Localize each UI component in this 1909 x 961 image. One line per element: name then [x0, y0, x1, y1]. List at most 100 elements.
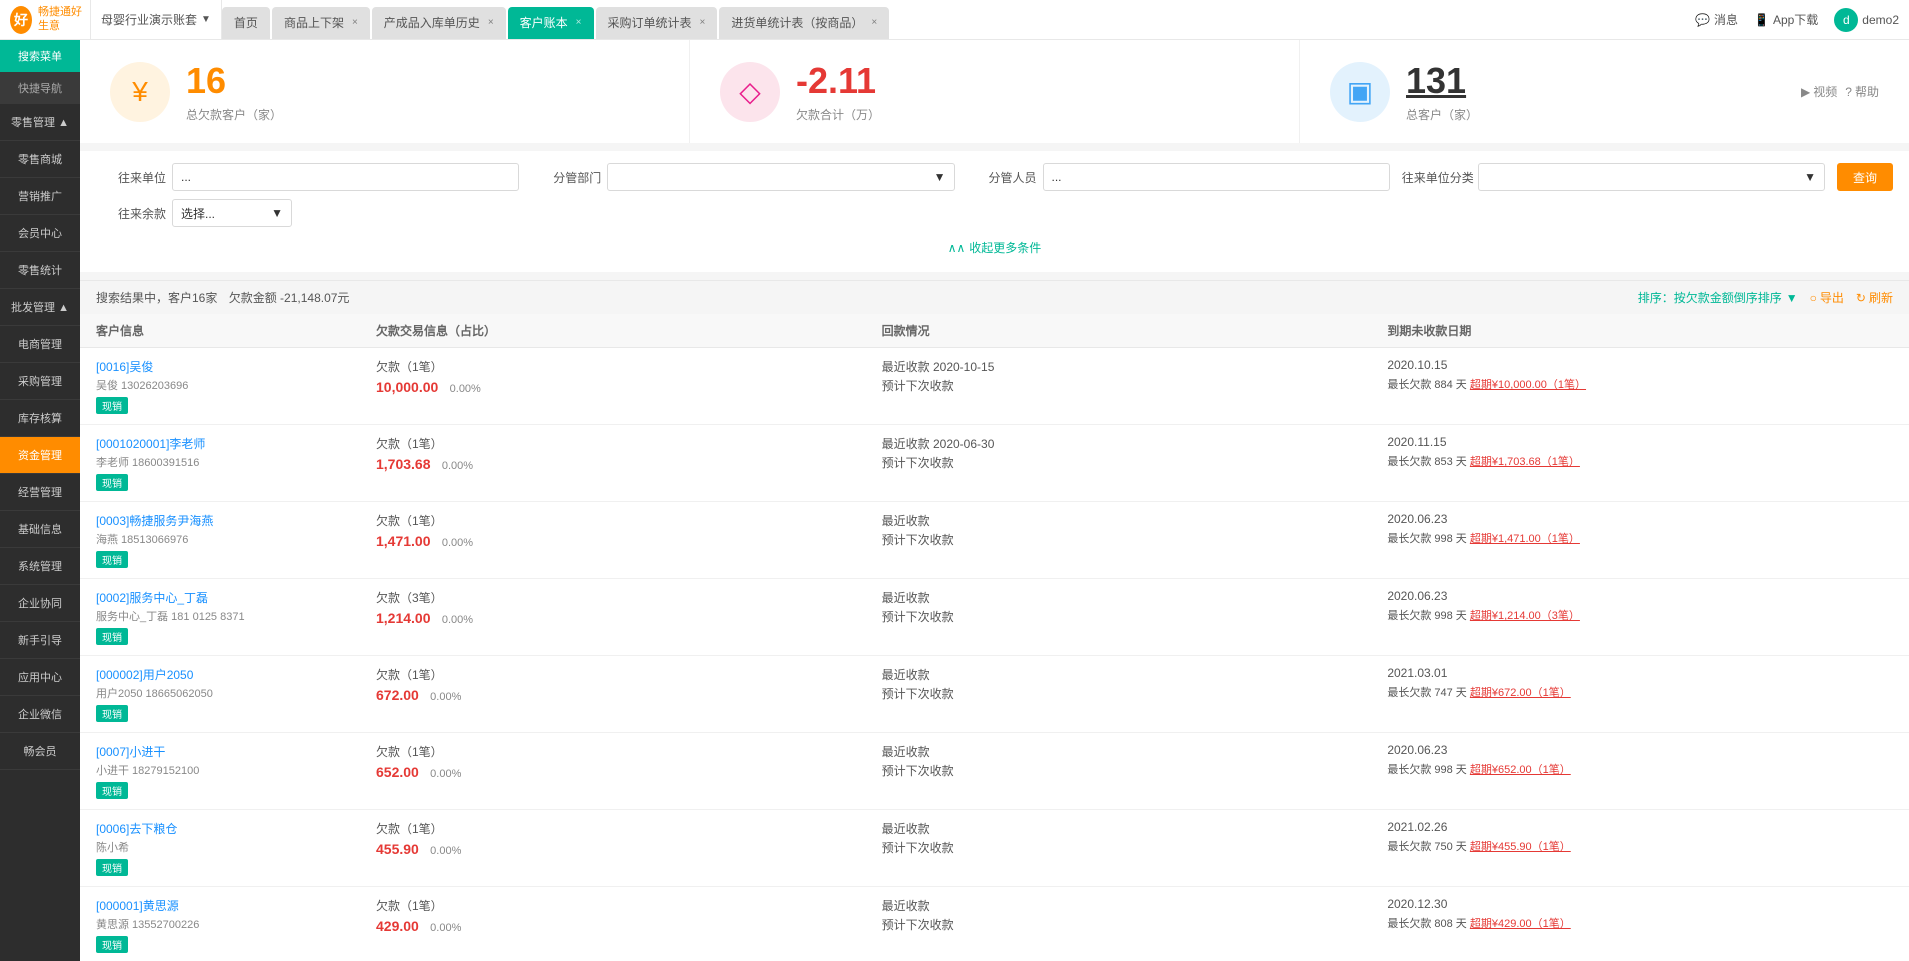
sidebar-item-电商管理[interactable]: 电商管理 — [0, 326, 80, 363]
nav-tab-商品上下架[interactable]: 商品上下架× — [272, 7, 370, 39]
close-tab-icon[interactable]: × — [488, 7, 494, 39]
export-label: 导出 — [1820, 289, 1844, 306]
sidebar-item-企业微信[interactable]: 企业微信 — [0, 696, 80, 733]
sidebar-item-采购管理[interactable]: 采购管理 — [0, 363, 80, 400]
app-download-button[interactable]: 📱 App下载 — [1754, 11, 1818, 28]
sort-label: 排序：按欠款金额倒序排序 — [1638, 289, 1782, 306]
sort-dropdown[interactable]: 排序：按欠款金额倒序排序 ▼ — [1638, 289, 1798, 306]
close-tab-icon[interactable]: × — [700, 7, 706, 39]
customer-info-2: [0003]畅捷服务尹海燕 海燕 18513066976 现销 — [96, 512, 376, 568]
customer-tag-4: 现销 — [96, 705, 128, 722]
recovery-info-5: 最近收款 预计下次收款 — [882, 743, 1388, 799]
overdue-amount-7[interactable]: 超期¥429.00（1笔） — [1470, 918, 1571, 930]
table-row: [0007]小进干 小进干 18279152100 现销 欠款（1笔） 652.… — [80, 733, 1909, 810]
chevron-icon-dept: ▼ — [934, 170, 946, 184]
last-pay-0: 最近收款 2020-10-15 — [882, 358, 1388, 375]
last-pay-4: 最近收款 — [882, 666, 1388, 683]
store-selector[interactable]: 母婴行业演示账套 ▼ — [90, 0, 222, 39]
table-row: [0002]服务中心_丁磊 服务中心_丁磊 181 0125 8371 现销 欠… — [80, 579, 1909, 656]
close-tab-icon[interactable]: × — [576, 7, 582, 39]
customer-name-0[interactable]: [0016]吴俊 — [96, 360, 153, 374]
sidebar-item-基础信息[interactable]: 基础信息 — [0, 511, 80, 548]
overdue-amount-3[interactable]: 超期¥1,214.00（3笔） — [1470, 610, 1580, 622]
customer-name-4[interactable]: [000002]用户2050 — [96, 668, 193, 682]
close-tab-icon[interactable]: × — [871, 7, 877, 39]
customer-name-6[interactable]: [0006]去下粮仓 — [96, 822, 177, 836]
nav-tab-进货单统计表（按商品）[interactable]: 进货单统计表（按商品）× — [719, 7, 889, 39]
filter-label-balance: 往来余款 — [96, 205, 166, 222]
stats-row: ¥ 16 总欠款客户（家） ◇ -2.11 欠款合计（万） ▣ 131 总客户（… — [80, 40, 1909, 143]
customer-name-7[interactable]: [000001]黄思源 — [96, 899, 179, 913]
overdue-amount-6[interactable]: 超期¥455.90（1笔） — [1470, 841, 1571, 853]
overdue-info-7: 2020.12.30 最长欠款 808 天 超期¥429.00（1笔） — [1387, 897, 1893, 953]
sidebar-item-批发管理[interactable]: 批发管理 ▲ — [0, 289, 80, 326]
overdue-info-2: 2020.06.23 最长欠款 998 天 超期¥1,471.00（1笔） — [1387, 512, 1893, 568]
nav-tab-采购订单统计表[interactable]: 采购订单统计表× — [596, 7, 718, 39]
nav-tabs: 首页商品上下架×产成品入库单历史×客户账本×采购订单统计表×进货单统计表（按商品… — [222, 0, 1695, 39]
table-row: [0016]吴俊 吴俊 13026203696 现销 欠款（1笔） 10,000… — [80, 348, 1909, 425]
sidebar-quick-nav[interactable]: 快捷导航 — [0, 72, 80, 104]
customer-name-2[interactable]: [0003]畅捷服务尹海燕 — [96, 514, 213, 528]
filter-select-category[interactable]: ▼ — [1478, 163, 1825, 191]
filter-item-balance: 往来余款 选择... ▼ — [96, 199, 1893, 227]
help-link[interactable]: ? 帮助 — [1845, 83, 1879, 100]
collapse-button[interactable]: ∧∧ 收起更多条件 — [96, 235, 1893, 260]
filter-input-unit[interactable]: ... — [172, 163, 519, 191]
customer-name-5[interactable]: [0007]小进干 — [96, 745, 165, 759]
export-button[interactable]: ○ 导出 — [1810, 289, 1844, 306]
sidebar-item-零售商城[interactable]: 零售商城 — [0, 141, 80, 178]
logo-text: 畅捷通好生意 — [38, 6, 90, 32]
overdue-amount-2[interactable]: 超期¥1,471.00（1笔） — [1470, 533, 1580, 545]
overdue-amount-5[interactable]: 超期¥652.00（1笔） — [1470, 764, 1571, 776]
sidebar-item-零售管理[interactable]: 零售管理 ▲ — [0, 104, 80, 141]
sidebar-item-零售统计[interactable]: 零售统计 — [0, 252, 80, 289]
overdue-days-3: 最长欠款 998 天 超期¥1,214.00（3笔） — [1387, 607, 1893, 623]
refresh-label: 刷新 — [1869, 289, 1893, 306]
sidebar-item-会员中心[interactable]: 会员中心 — [0, 215, 80, 252]
message-icon: 💬 — [1695, 13, 1710, 27]
customer-name-1[interactable]: [0001020001]李老师 — [96, 437, 205, 451]
overdue-amount-0[interactable]: 超期¥10,000.00（1笔） — [1470, 379, 1586, 391]
recovery-info-4: 最近收款 预计下次收款 — [882, 666, 1388, 722]
filter-select-balance[interactable]: 选择... ▼ — [172, 199, 292, 227]
debt-amount-1: 1,703.68 — [376, 456, 431, 472]
close-tab-icon[interactable]: × — [352, 7, 358, 39]
sidebar-item-资金管理[interactable]: 资金管理 — [0, 437, 80, 474]
sidebar-search[interactable]: 搜索菜单 — [0, 40, 80, 72]
logo-icon: 好 — [10, 6, 32, 34]
sidebar-item-系统管理[interactable]: 系统管理 — [0, 548, 80, 585]
nav-tab-首页[interactable]: 首页 — [222, 7, 270, 39]
overdue-amount-4[interactable]: 超期¥672.00（1笔） — [1470, 687, 1571, 699]
recovery-info-1: 最近收款 2020-06-30 预计下次收款 — [882, 435, 1388, 491]
customer-name-3[interactable]: [0002]服务中心_丁磊 — [96, 591, 208, 605]
overdue-amount-1[interactable]: 超期¥1,703.68（1笔） — [1470, 456, 1580, 468]
sidebar-item-营销推广[interactable]: 营销推广 — [0, 178, 80, 215]
filter-input-person[interactable]: ... — [1043, 163, 1390, 191]
filter-label-dept: 分管部门 — [531, 169, 601, 186]
debt-percent-1: 0.00% — [442, 460, 473, 472]
sidebar-item-库存核算[interactable]: 库存核算 — [0, 400, 80, 437]
debt-info-2: 欠款（1笔） 1,471.00 0.00% — [376, 512, 882, 568]
debt-percent-6: 0.00% — [430, 845, 461, 857]
sidebar-item-新手引导[interactable]: 新手引导 — [0, 622, 80, 659]
filter-item-person: 分管人员 ... — [967, 163, 1390, 191]
search-button[interactable]: 查询 — [1837, 163, 1893, 191]
video-link[interactable]: ▶ 视频 — [1801, 83, 1837, 100]
recovery-info-2: 最近收款 预计下次收款 — [882, 512, 1388, 568]
sidebar-item-应用中心[interactable]: 应用中心 — [0, 659, 80, 696]
overdue-info-1: 2020.11.15 最长欠款 853 天 超期¥1,703.68（1笔） — [1387, 435, 1893, 491]
sidebar-item-经营管理[interactable]: 经营管理 — [0, 474, 80, 511]
sidebar-item-企业协同[interactable]: 企业协同 — [0, 585, 80, 622]
nav-tab-产成品入库单历史[interactable]: 产成品入库单历史× — [372, 7, 506, 39]
table-row: [0003]畅捷服务尹海燕 海燕 18513066976 现销 欠款（1笔） 1… — [80, 502, 1909, 579]
top-right-actions: 💬 消息 📱 App下载 d demo2 — [1695, 8, 1899, 32]
next-pay-1: 预计下次收款 — [882, 454, 1388, 471]
user-avatar[interactable]: d demo2 — [1834, 8, 1899, 32]
nav-tab-客户账本[interactable]: 客户账本× — [508, 7, 594, 39]
help-icon: ? — [1845, 85, 1852, 99]
refresh-button[interactable]: ↻ 刷新 — [1856, 289, 1893, 306]
sidebar-item-畅会员[interactable]: 畅会员 — [0, 733, 80, 770]
messages-button[interactable]: 💬 消息 — [1695, 11, 1738, 28]
filter-select-dept[interactable]: ▼ — [607, 163, 954, 191]
customer-phone-0: 吴俊 13026203696 — [96, 377, 376, 393]
